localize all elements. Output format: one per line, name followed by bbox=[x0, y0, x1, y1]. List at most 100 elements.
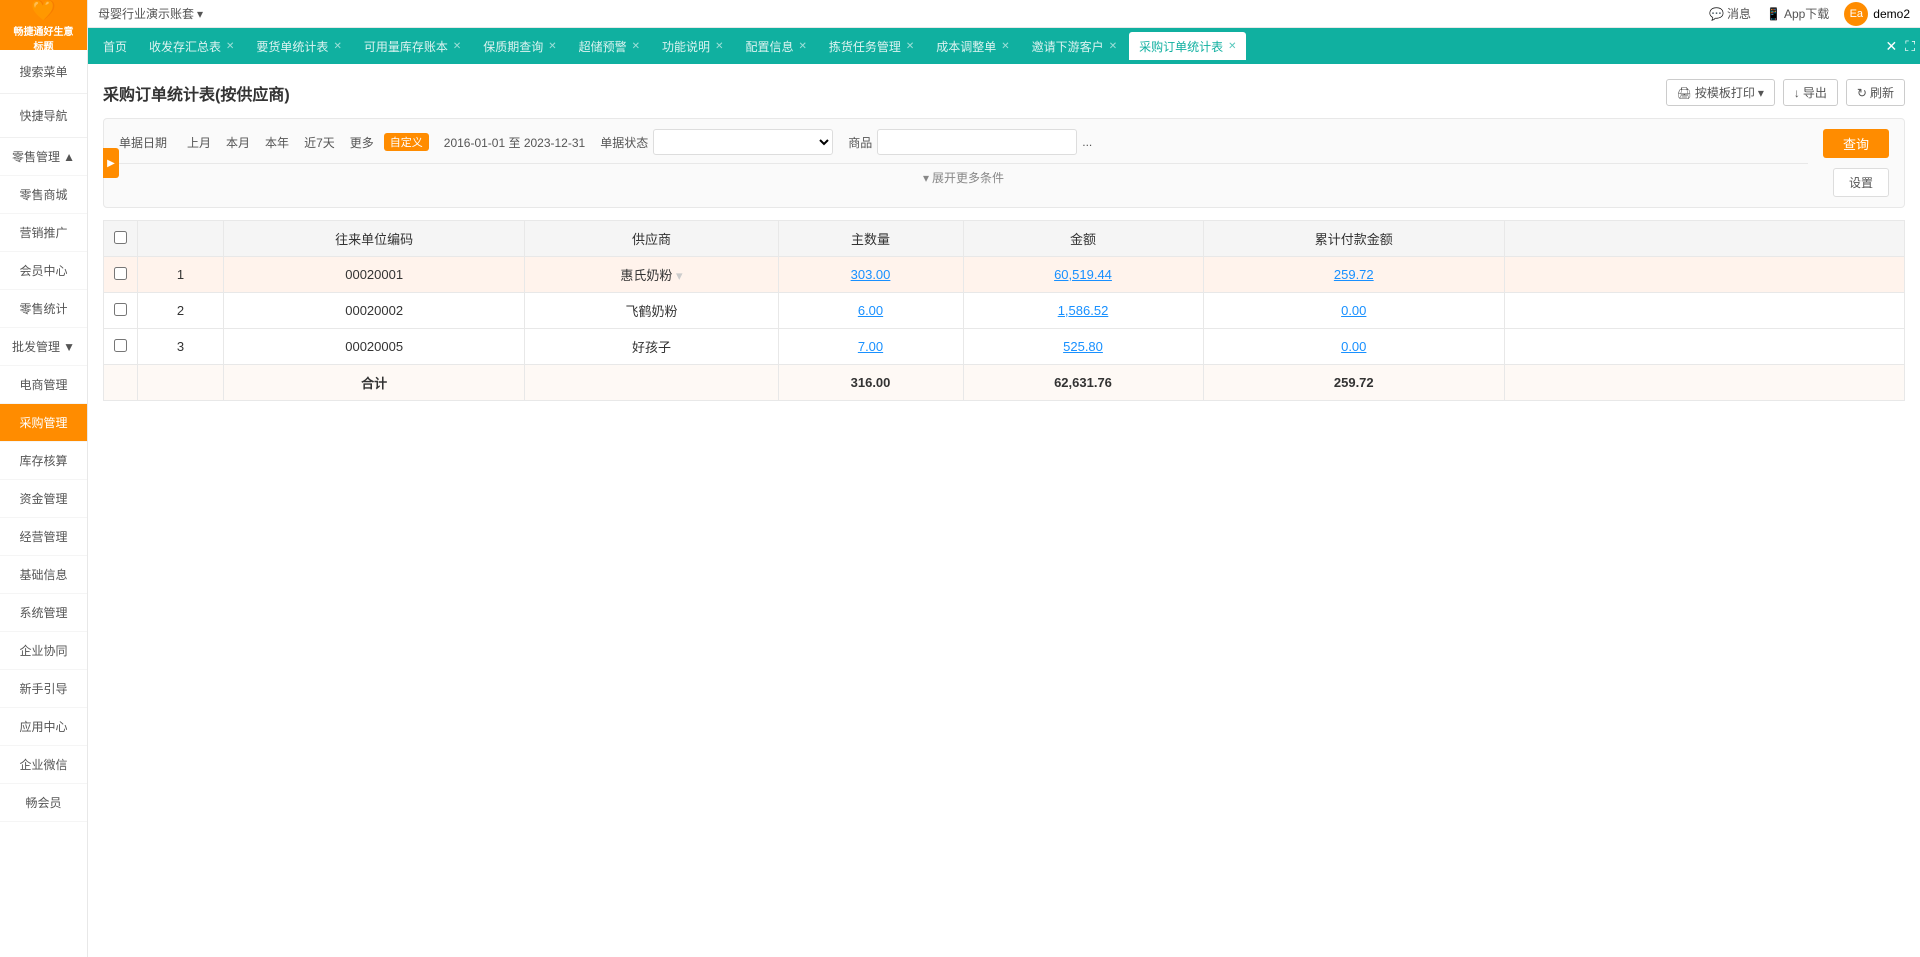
date-opt-7days[interactable]: 近7天 bbox=[299, 132, 340, 153]
app-icon: 📱 bbox=[1766, 7, 1781, 21]
sidebar-item-operations[interactable]: 经营管理 bbox=[0, 518, 87, 556]
logo-icon: 🧡 bbox=[31, 0, 56, 23]
filter-collapse-button[interactable]: ▶ bbox=[103, 148, 119, 178]
tab-home[interactable]: 首页 bbox=[93, 32, 137, 60]
sidebar-item-retail-stats[interactable]: 零售统计 bbox=[0, 290, 87, 328]
row1-expand-icon[interactable]: ▾ bbox=[676, 268, 683, 283]
sidebar-item-retail-mall[interactable]: 零售商城 bbox=[0, 176, 87, 214]
sidebar-item-marketing[interactable]: 营销推广 bbox=[0, 214, 87, 252]
tab-receive-send-close[interactable]: ✕ bbox=[226, 41, 234, 52]
footer-extra bbox=[1505, 365, 1905, 401]
sidebar-item-purchase[interactable]: 采购管理 bbox=[0, 404, 87, 442]
tab-function-desc-close[interactable]: ✕ bbox=[715, 41, 723, 52]
row1-amount[interactable]: 60,519.44 bbox=[963, 257, 1203, 293]
data-table: 往来单位编码 供应商 主数量 金额 累计付款金额 1 00020001 bbox=[103, 220, 1905, 401]
sidebar-item-retail[interactable]: 零售管理 ▲ bbox=[0, 138, 87, 176]
goods-label: 商品 bbox=[848, 134, 872, 151]
tab-pick-task[interactable]: 拣货任务管理 ✕ bbox=[819, 32, 924, 60]
sidebar-item-system[interactable]: 系统管理 bbox=[0, 594, 87, 632]
goods-more-link[interactable]: ... bbox=[1082, 135, 1092, 149]
row3-paid-amount[interactable]: 0.00 bbox=[1203, 329, 1504, 365]
tab-inventory-ledger-close[interactable]: ✕ bbox=[453, 41, 461, 52]
date-opt-this-year[interactable]: 本年 bbox=[260, 132, 294, 153]
tab-inventory-ledger[interactable]: 可用量库存账本 ✕ bbox=[354, 32, 471, 60]
status-label: 单据状态 bbox=[600, 134, 648, 151]
row3-quantity[interactable]: 7.00 bbox=[778, 329, 963, 365]
tab-close-all-icon[interactable]: ✕ bbox=[1885, 38, 1897, 55]
tab-config-info-close[interactable]: ✕ bbox=[798, 41, 806, 52]
date-opt-this-month[interactable]: 本月 bbox=[221, 132, 255, 153]
query-button[interactable]: 查询 bbox=[1823, 129, 1889, 158]
tab-receive-send[interactable]: 收发存汇总表 ✕ bbox=[139, 32, 244, 60]
tab-order-stats-close[interactable]: ✕ bbox=[333, 41, 341, 52]
goods-input[interactable] bbox=[877, 129, 1077, 155]
tab-purchase-stats-close[interactable]: ✕ bbox=[1228, 41, 1236, 52]
user-area[interactable]: Ea demo2 bbox=[1844, 2, 1910, 26]
refresh-label: 刷新 bbox=[1870, 84, 1894, 101]
tab-expiry-query-label: 保质期查询 bbox=[483, 38, 543, 55]
logo-text: 畅捷通好生意 bbox=[14, 23, 74, 38]
row2-quantity[interactable]: 6.00 bbox=[778, 293, 963, 329]
sidebar-item-inventory[interactable]: 库存核算 bbox=[0, 442, 87, 480]
tab-expiry-query[interactable]: 保质期查询 ✕ bbox=[473, 32, 566, 60]
tab-home-label: 首页 bbox=[103, 38, 127, 55]
sidebar-item-member[interactable]: 会员中心 bbox=[0, 252, 87, 290]
shortcut-nav-btn[interactable]: 快捷导航 bbox=[5, 102, 82, 129]
search-menu-btn[interactable]: 搜索菜单 bbox=[5, 58, 82, 85]
sidebar-item-wholesale[interactable]: 批发管理 ▼ bbox=[0, 328, 87, 366]
settings-button[interactable]: 设置 bbox=[1833, 168, 1889, 197]
date-opt-more[interactable]: 更多 bbox=[345, 132, 379, 153]
expand-more-button[interactable]: ▾ 展开更多条件 bbox=[923, 169, 1004, 186]
row3-check[interactable] bbox=[114, 339, 127, 352]
tab-expiry-query-close[interactable]: ✕ bbox=[548, 41, 556, 52]
tab-bar: 首页 收发存汇总表 ✕ 要货单统计表 ✕ 可用量库存账本 ✕ 保质期查询 ✕ 超… bbox=[88, 28, 1920, 64]
date-opt-last-month[interactable]: 上月 bbox=[182, 132, 216, 153]
sidebar-item-ecommerce[interactable]: 电商管理 bbox=[0, 366, 87, 404]
date-custom-tag[interactable]: 自定义 bbox=[384, 133, 429, 151]
tab-function-desc[interactable]: 功能说明 ✕ bbox=[652, 32, 733, 60]
tab-invite-customer-close[interactable]: ✕ bbox=[1109, 41, 1117, 52]
row2-supplier-name: 飞鹤奶粉 bbox=[525, 293, 778, 329]
sidebar-item-enterprise[interactable]: 企业协同 bbox=[0, 632, 87, 670]
message-button[interactable]: 💬 消息 bbox=[1709, 5, 1751, 22]
footer-amount: 62,631.76 bbox=[963, 365, 1203, 401]
tab-receive-send-label: 收发存汇总表 bbox=[149, 38, 221, 55]
tab-purchase-stats[interactable]: 采购订单统计表 ✕ bbox=[1129, 32, 1246, 60]
export-button[interactable]: ↓ 导出 bbox=[1783, 79, 1838, 106]
sidebar-item-enterprise-wechat[interactable]: 企业微信 bbox=[0, 746, 87, 784]
th-quantity: 主数量 bbox=[778, 221, 963, 257]
row2-amount[interactable]: 1,586.52 bbox=[963, 293, 1203, 329]
row3-amount[interactable]: 525.80 bbox=[963, 329, 1203, 365]
print-button[interactable]: 🖨 按模板打印 ▾ bbox=[1666, 79, 1775, 106]
row2-checkbox bbox=[104, 293, 138, 329]
filter-goods: 商品 ... bbox=[848, 129, 1092, 155]
sidebar-item-app-center[interactable]: 应用中心 bbox=[0, 708, 87, 746]
export-icon: ↓ bbox=[1794, 86, 1800, 100]
tab-fullscreen-icon[interactable]: ⛶ bbox=[1905, 38, 1915, 55]
row1-checkbox bbox=[104, 257, 138, 293]
sidebar-item-finance[interactable]: 资金管理 bbox=[0, 480, 87, 518]
tab-order-stats-label: 要货单统计表 bbox=[256, 38, 328, 55]
sidebar-item-new-guide[interactable]: 新手引导 bbox=[0, 670, 87, 708]
status-select[interactable] bbox=[653, 129, 833, 155]
sidebar-item-vip-member[interactable]: 畅会员 bbox=[0, 784, 87, 822]
row1-paid-amount[interactable]: 259.72 bbox=[1203, 257, 1504, 293]
tab-overstock[interactable]: 超储预警 ✕ bbox=[569, 32, 650, 60]
tab-invite-customer[interactable]: 邀请下游客户 ✕ bbox=[1022, 32, 1127, 60]
tab-overstock-close[interactable]: ✕ bbox=[632, 41, 640, 52]
app-download-button[interactable]: 📱 App下载 bbox=[1766, 5, 1829, 22]
row2-paid-amount[interactable]: 0.00 bbox=[1203, 293, 1504, 329]
refresh-button[interactable]: ↻ 刷新 bbox=[1846, 79, 1905, 106]
row2-check[interactable] bbox=[114, 303, 127, 316]
tab-config-info[interactable]: 配置信息 ✕ bbox=[735, 32, 816, 60]
tab-cost-adjust[interactable]: 成本调整单 ✕ bbox=[926, 32, 1019, 60]
select-all-checkbox[interactable] bbox=[114, 231, 127, 244]
tab-order-stats[interactable]: 要货单统计表 ✕ bbox=[246, 32, 351, 60]
row1-quantity[interactable]: 303.00 bbox=[778, 257, 963, 293]
sidebar-item-basic-info[interactable]: 基础信息 bbox=[0, 556, 87, 594]
tab-pick-task-close[interactable]: ✕ bbox=[906, 41, 914, 52]
company-selector[interactable]: 母婴行业演示账套 ▾ bbox=[98, 5, 203, 22]
filter-row-1: 单据日期 上月 本月 本年 近7天 更多 自定义 2016-01-01 至 20… bbox=[119, 129, 1808, 155]
row1-check[interactable] bbox=[114, 267, 127, 280]
tab-cost-adjust-close[interactable]: ✕ bbox=[1001, 41, 1009, 52]
